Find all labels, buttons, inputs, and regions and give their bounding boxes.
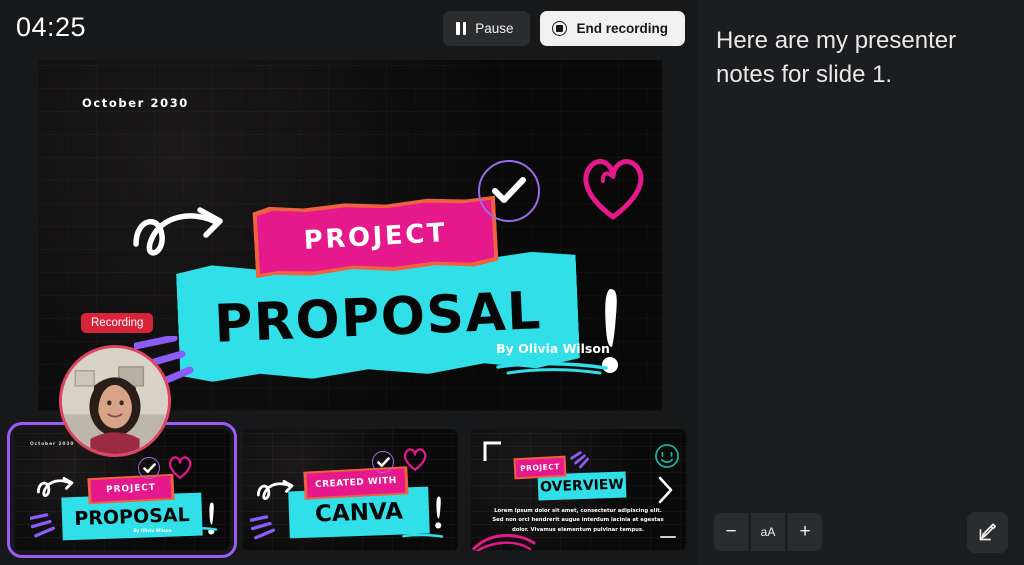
current-slide[interactable]: October 2030 PROJECT PROPOSAL By Olivia … <box>38 60 662 457</box>
thumb-1-author: By Olivia Wilson <box>133 519 218 537</box>
thumb-3-pink-banner: PROJECT <box>515 457 565 478</box>
thumb-2-underline <box>402 534 444 538</box>
check-circle-icon <box>478 160 540 222</box>
thumbnail-slide-3[interactable]: PROJECT OVERVIEW Lorem ipsum dolor sit a… <box>470 429 686 551</box>
slide-author-text: By Olivia Wilson <box>496 341 610 356</box>
end-recording-button[interactable]: End recording <box>540 11 685 46</box>
recording-controls: Pause End recording <box>443 11 685 46</box>
thumb-3-title-top: PROJECT <box>519 461 561 474</box>
pause-icon <box>456 22 467 35</box>
thumb-2-title-main: CANVA <box>314 497 404 528</box>
slide-title-top: PROJECT <box>302 217 449 256</box>
thumb-1-pink-banner: PROJECT <box>90 475 172 503</box>
notes-toolbar: − aA + <box>714 511 1008 553</box>
thumb-2-exclamation-icon <box>435 496 442 529</box>
recording-timer: 04:25 <box>16 12 87 42</box>
edit-notes-button[interactable] <box>967 511 1008 553</box>
thumb-1-purple-dashes <box>29 513 70 546</box>
stage-panel: 04:25 Pause End recording October 2030 P… <box>0 0 699 565</box>
thumb-1-title-top: PROJECT <box>105 482 157 496</box>
thumb-3-corner-bracket-icon <box>483 441 501 461</box>
end-recording-label: End recording <box>576 21 668 36</box>
thumb-1-check-icon <box>138 457 160 479</box>
recording-badge: Recording <box>81 313 154 333</box>
presenter-camera-bubble[interactable] <box>59 345 171 457</box>
edit-pencil-icon <box>979 522 997 540</box>
font-size-label: aA <box>760 525 776 539</box>
thumb-1-author-underline <box>176 526 218 531</box>
presenter-notes-text[interactable]: Here are my presenter notes for slide 1. <box>716 24 1004 92</box>
decrease-font-size-button[interactable]: − <box>714 513 748 551</box>
stop-record-icon <box>552 21 568 36</box>
author-underline <box>496 362 608 375</box>
pause-button-label: Pause <box>475 21 514 36</box>
presenter-avatar <box>62 348 168 454</box>
thumb-2-heart-icon <box>403 448 427 471</box>
thumb-3-canvas: PROJECT OVERVIEW Lorem ipsum dolor sit a… <box>470 429 686 551</box>
increase-font-size-button[interactable]: + <box>788 513 822 551</box>
thumb-3-purple-dashes <box>570 451 594 476</box>
thumb-2-pink-banner: CREATED WITH <box>306 468 406 498</box>
thumb-2-purple-dashes <box>249 515 290 548</box>
thumb-2-check-icon <box>372 451 394 473</box>
thumb-3-title-main: OVERVIEW <box>539 476 625 496</box>
thumb-3-dash-mark <box>660 536 676 538</box>
thumb-3-smiley-icon <box>655 444 679 468</box>
thumb-2-canvas: CREATED WITH CANVA <box>242 429 458 551</box>
presenter-notes-panel: Here are my presenter notes for slide 1.… <box>699 0 1024 565</box>
next-slide-chevron-icon[interactable] <box>657 475 675 505</box>
font-size-button[interactable]: aA <box>751 513 785 551</box>
squiggle-arrow-icon <box>133 207 223 256</box>
font-size-controls: − aA + <box>714 513 822 551</box>
slide-date: October 2030 <box>82 96 189 110</box>
pause-button[interactable]: Pause <box>443 11 531 46</box>
presenter-recording-view: 04:25 Pause End recording October 2030 P… <box>0 0 1024 565</box>
thumb-1-author-text: By Olivia Wilson <box>133 528 172 533</box>
recording-toolbar: 04:25 Pause End recording <box>0 0 699 58</box>
thumb-1-heart-icon <box>168 456 192 479</box>
thumb-2-title-top: CREATED WITH <box>314 475 398 491</box>
heart-icon <box>583 159 644 220</box>
thumb-3-pink-swoosh <box>472 533 536 551</box>
thumbnail-slide-2[interactable]: CREATED WITH CANVA <box>242 429 458 551</box>
slide-author: By Olivia Wilson <box>494 340 612 375</box>
